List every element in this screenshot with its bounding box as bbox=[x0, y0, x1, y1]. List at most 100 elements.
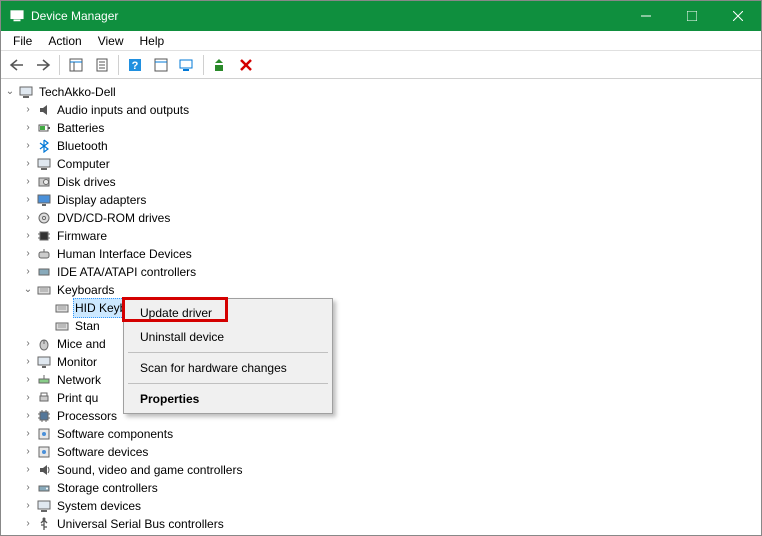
expand-arrow-icon[interactable]: › bbox=[21, 245, 35, 263]
tree-category[interactable]: › Bluetooth bbox=[3, 137, 759, 155]
tree-category-label: Processors bbox=[55, 407, 119, 425]
menu-file[interactable]: File bbox=[5, 32, 40, 50]
toolbar: ? bbox=[1, 51, 761, 79]
action-button[interactable] bbox=[149, 53, 173, 77]
expand-arrow-icon[interactable]: › bbox=[21, 263, 35, 281]
tree-root[interactable]: ⌄ TechAkko-Dell bbox=[3, 83, 759, 101]
tree-category-label: IDE ATA/ATAPI controllers bbox=[55, 263, 198, 281]
network-icon bbox=[35, 372, 53, 388]
expand-arrow-icon[interactable]: ⌄ bbox=[3, 83, 17, 101]
tree-category-label: Monitor bbox=[55, 353, 99, 371]
expand-arrow-icon[interactable]: › bbox=[21, 137, 35, 155]
tree-category-label: Software devices bbox=[55, 443, 150, 461]
expand-arrow-icon[interactable]: › bbox=[21, 227, 35, 245]
firmware-icon bbox=[35, 228, 53, 244]
tree-category[interactable]: › Network bbox=[3, 371, 759, 389]
minimize-button[interactable] bbox=[623, 1, 669, 31]
help-button[interactable]: ? bbox=[123, 53, 147, 77]
software-icon bbox=[35, 444, 53, 460]
context-scan-hardware[interactable]: Scan for hardware changes bbox=[126, 356, 330, 380]
print-icon bbox=[35, 390, 53, 406]
keyboard-icon bbox=[53, 318, 71, 334]
scan-hardware-button[interactable] bbox=[175, 53, 199, 77]
tree-device[interactable]: HID Keyboard Device bbox=[3, 299, 759, 317]
tree-category[interactable]: › Computer bbox=[3, 155, 759, 173]
tree-category[interactable]: › Human Interface Devices bbox=[3, 245, 759, 263]
device-tree[interactable]: ⌄ TechAkko-Dell › Audio inputs and outpu… bbox=[1, 79, 761, 535]
tree-category[interactable]: › Audio inputs and outputs bbox=[3, 101, 759, 119]
forward-button[interactable] bbox=[31, 53, 55, 77]
context-menu-separator bbox=[128, 383, 328, 384]
tree-category[interactable]: › Software devices bbox=[3, 443, 759, 461]
maximize-button[interactable] bbox=[669, 1, 715, 31]
tree-category[interactable]: › Monitor bbox=[3, 353, 759, 371]
tree-category[interactable]: › Universal Serial Bus controllers bbox=[3, 515, 759, 533]
bluetooth-icon bbox=[35, 138, 53, 154]
expand-arrow-icon[interactable]: › bbox=[21, 443, 35, 461]
expand-arrow-icon[interactable]: › bbox=[21, 497, 35, 515]
context-properties[interactable]: Properties bbox=[126, 387, 330, 411]
menu-action[interactable]: Action bbox=[40, 32, 89, 50]
expand-arrow-icon[interactable]: › bbox=[21, 335, 35, 353]
update-driver-button[interactable] bbox=[208, 53, 232, 77]
keyboard-icon bbox=[35, 282, 53, 298]
tree-category[interactable]: › Batteries bbox=[3, 119, 759, 137]
expand-arrow-icon[interactable]: › bbox=[21, 155, 35, 173]
tree-category[interactable]: ⌄ Keyboards bbox=[3, 281, 759, 299]
toolbar-separator bbox=[59, 55, 60, 75]
dvd-icon bbox=[35, 210, 53, 226]
tree-category-label: Print qu bbox=[55, 389, 100, 407]
tree-category[interactable]: › Firmware bbox=[3, 227, 759, 245]
properties-button[interactable] bbox=[90, 53, 114, 77]
tree-category[interactable]: › IDE ATA/ATAPI controllers bbox=[3, 263, 759, 281]
menu-view[interactable]: View bbox=[90, 32, 132, 50]
tree-category-label: Keyboards bbox=[55, 281, 116, 299]
tree-category-label: Storage controllers bbox=[55, 479, 160, 497]
audio-icon bbox=[35, 102, 53, 118]
expand-arrow-icon[interactable]: › bbox=[21, 425, 35, 443]
expand-arrow-icon[interactable]: › bbox=[21, 101, 35, 119]
expand-arrow-icon[interactable]: › bbox=[21, 191, 35, 209]
expand-arrow-icon[interactable]: › bbox=[21, 353, 35, 371]
context-update-driver[interactable]: Update driver bbox=[126, 301, 330, 325]
expand-arrow-icon[interactable]: › bbox=[21, 389, 35, 407]
tree-category-label: Display adapters bbox=[55, 191, 148, 209]
expand-arrow-icon[interactable]: › bbox=[21, 371, 35, 389]
expand-arrow-icon[interactable]: › bbox=[21, 209, 35, 227]
usb-icon bbox=[35, 516, 53, 532]
tree-category-label: Computer bbox=[55, 155, 112, 173]
storage-icon bbox=[35, 480, 53, 496]
context-menu-separator bbox=[128, 352, 328, 353]
title-bar: Device Manager bbox=[1, 1, 761, 31]
menu-help[interactable]: Help bbox=[132, 32, 173, 50]
ide-icon bbox=[35, 264, 53, 280]
tree-category[interactable]: › Display adapters bbox=[3, 191, 759, 209]
tree-category-label: Sound, video and game controllers bbox=[55, 461, 244, 479]
expand-arrow-icon[interactable]: › bbox=[21, 173, 35, 191]
expand-arrow-icon[interactable]: › bbox=[21, 479, 35, 497]
show-hide-tree-button[interactable] bbox=[64, 53, 88, 77]
expand-arrow-icon[interactable]: › bbox=[21, 119, 35, 137]
close-button[interactable] bbox=[715, 1, 761, 31]
tree-category[interactable]: › Mice and bbox=[3, 335, 759, 353]
expand-arrow-icon[interactable]: › bbox=[21, 407, 35, 425]
tree-category[interactable]: › System devices bbox=[3, 497, 759, 515]
uninstall-button[interactable] bbox=[234, 53, 258, 77]
expand-arrow-icon[interactable]: › bbox=[21, 461, 35, 479]
tree-category-label: Batteries bbox=[55, 119, 106, 137]
expand-arrow-icon[interactable]: › bbox=[21, 515, 35, 533]
tree-category[interactable]: › Sound, video and game controllers bbox=[3, 461, 759, 479]
tree-device-label: Stan bbox=[73, 317, 102, 335]
context-uninstall-device[interactable]: Uninstall device bbox=[126, 325, 330, 349]
computer-icon bbox=[35, 156, 53, 172]
tree-category[interactable]: › Disk drives bbox=[3, 173, 759, 191]
keyboard-icon bbox=[53, 300, 71, 316]
tree-category[interactable]: › Print qu bbox=[3, 389, 759, 407]
tree-category[interactable]: › DVD/CD-ROM drives bbox=[3, 209, 759, 227]
expand-arrow-icon[interactable]: ⌄ bbox=[21, 281, 35, 299]
back-button[interactable] bbox=[5, 53, 29, 77]
tree-category[interactable]: › Storage controllers bbox=[3, 479, 759, 497]
tree-category[interactable]: › Processors bbox=[3, 407, 759, 425]
tree-device[interactable]: Stan bbox=[3, 317, 759, 335]
tree-category[interactable]: › Software components bbox=[3, 425, 759, 443]
